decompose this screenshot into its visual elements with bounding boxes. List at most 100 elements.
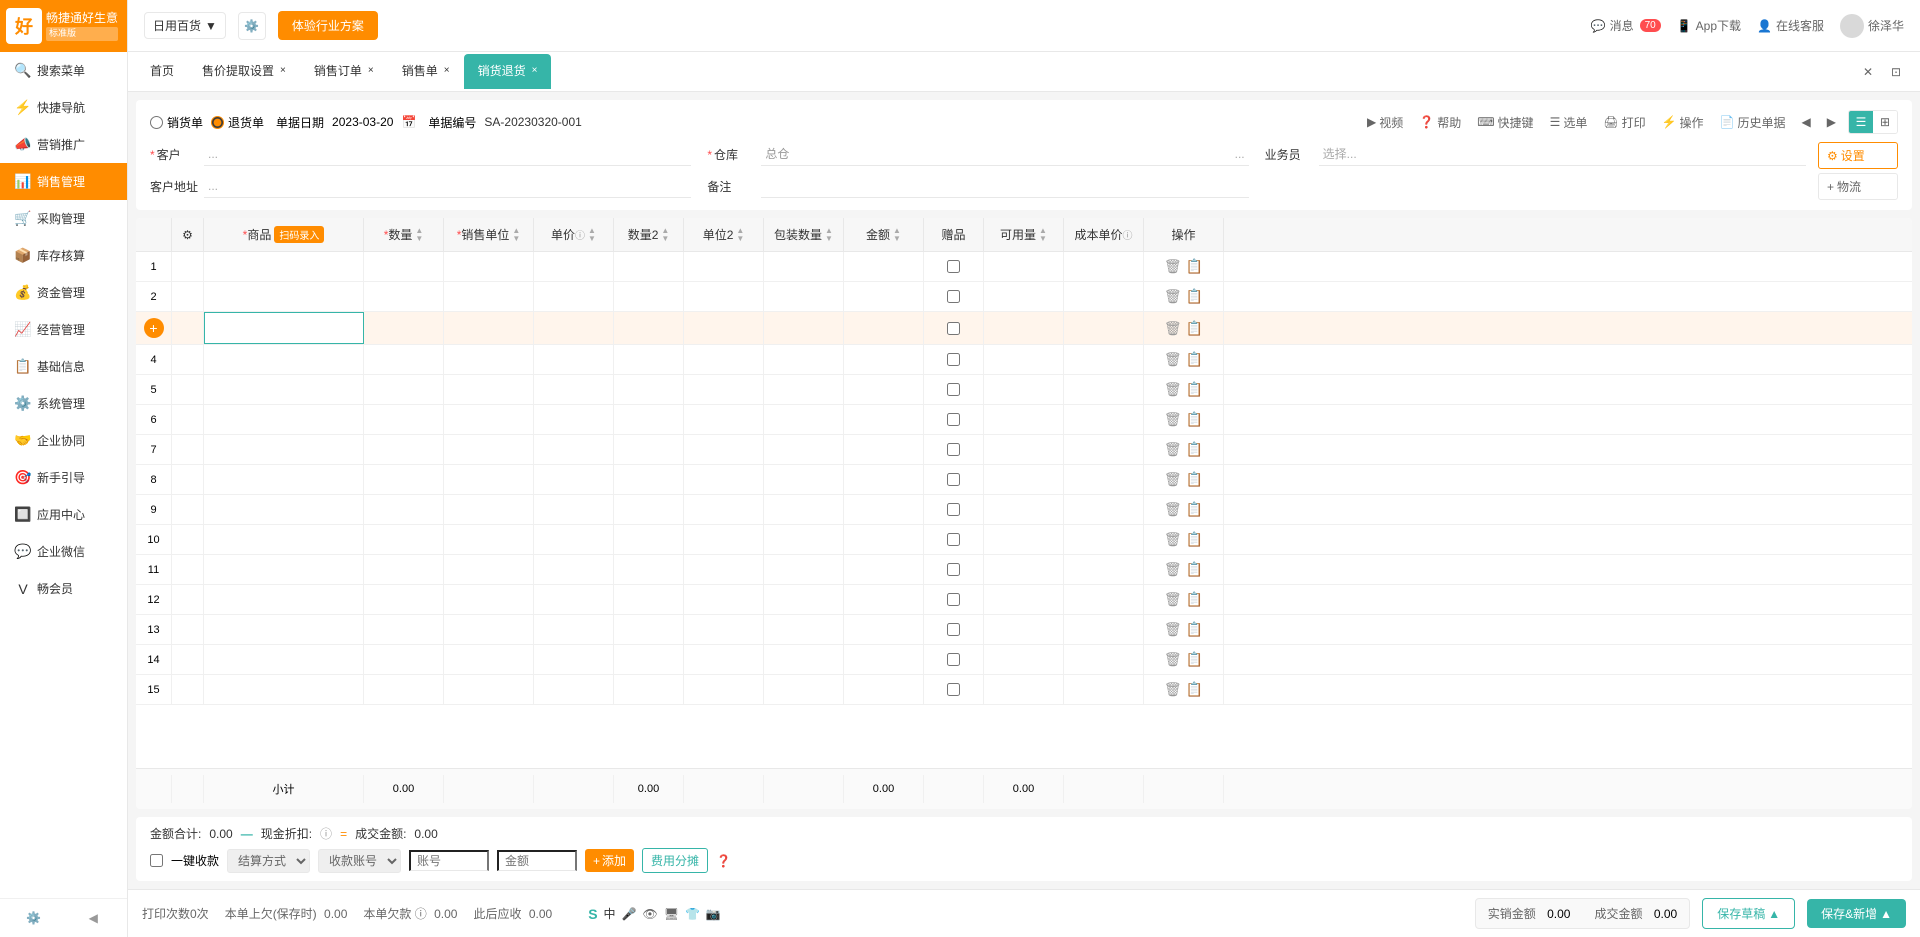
sidebar-item-search[interactable]: 🔍 搜索菜单 bbox=[0, 52, 127, 89]
close-tab-price-settings[interactable]: × bbox=[280, 65, 286, 76]
copy-row-button[interactable]: 📋 bbox=[1186, 411, 1203, 428]
delete-row-button[interactable]: 🗑 bbox=[1164, 320, 1182, 337]
sidebar-item-finance[interactable]: 💰 资金管理 bbox=[0, 274, 127, 311]
save-new-button[interactable]: 保存&新增 ▲ bbox=[1807, 899, 1906, 928]
delete-row-button[interactable]: 🗑 bbox=[1164, 501, 1182, 518]
close-window-button[interactable]: ✕ bbox=[1856, 60, 1880, 84]
radio-sale-input[interactable] bbox=[150, 116, 163, 129]
row-amount[interactable] bbox=[844, 252, 924, 281]
close-tab-return[interactable]: × bbox=[532, 65, 538, 76]
messages-button[interactable]: 💬 消息 70 bbox=[1591, 17, 1661, 34]
remark-input[interactable] bbox=[761, 174, 1248, 198]
scan-input-button[interactable]: 扫码录入 bbox=[274, 226, 324, 243]
daily-selector[interactable]: 日用百货 ▼ bbox=[144, 12, 226, 39]
row-price[interactable] bbox=[534, 252, 614, 281]
sidebar-item-newuser[interactable]: 🎯 新手引导 bbox=[0, 459, 127, 496]
row-sales-unit[interactable] bbox=[444, 312, 534, 344]
tab-sales[interactable]: 销售单 × bbox=[388, 54, 464, 89]
row-qty2[interactable] bbox=[614, 252, 684, 281]
copy-row-button[interactable]: 📋 bbox=[1186, 501, 1203, 518]
row-cost[interactable] bbox=[1064, 312, 1144, 344]
account-number-input[interactable] bbox=[409, 850, 489, 871]
row-product[interactable] bbox=[204, 312, 364, 344]
sidebar-item-system[interactable]: ⚙️ 系统管理 bbox=[0, 385, 127, 422]
sidebar-item-appcenter[interactable]: 🔲 应用中心 bbox=[0, 496, 127, 533]
row-qty[interactable] bbox=[364, 282, 444, 311]
settings-bottom-btn[interactable]: ⚙️ bbox=[8, 907, 60, 929]
row-avail[interactable] bbox=[984, 252, 1064, 281]
delete-row-button[interactable]: 🗑 bbox=[1164, 621, 1182, 638]
sidebar-item-weixin[interactable]: 💬 企业微信 bbox=[0, 533, 127, 570]
print-button[interactable]: 🖨 打印 bbox=[1599, 112, 1649, 133]
account-select[interactable]: 收款账号 bbox=[318, 849, 401, 873]
tab-sales-return[interactable]: 销货退货 × bbox=[464, 54, 552, 89]
video-button[interactable]: ▶ 视频 bbox=[1363, 112, 1407, 133]
radio-return-input[interactable] bbox=[211, 116, 224, 129]
copy-row-button[interactable]: 📋 bbox=[1186, 320, 1203, 337]
row-product[interactable] bbox=[204, 252, 364, 281]
staff-input[interactable]: 选择... bbox=[1319, 142, 1806, 166]
delete-row-button[interactable]: 🗑 bbox=[1164, 591, 1182, 608]
sidebar-item-inventory[interactable]: 📦 库存核算 bbox=[0, 237, 127, 274]
calendar-icon[interactable]: 📅 bbox=[401, 115, 416, 129]
unit2-sort-icon[interactable]: ▲▼ bbox=[736, 227, 744, 243]
save-draft-button[interactable]: 保存草稿 ▲ bbox=[1702, 898, 1795, 929]
copy-row-button[interactable]: 📋 bbox=[1186, 258, 1203, 275]
address-input[interactable]: ... bbox=[204, 174, 691, 198]
onepay-checkbox[interactable] bbox=[150, 854, 163, 867]
copy-row-button[interactable]: 📋 bbox=[1186, 381, 1203, 398]
row-gift[interactable] bbox=[924, 312, 984, 344]
sidebar-item-operations[interactable]: 📈 经营管理 bbox=[0, 311, 127, 348]
tab-home[interactable]: 首页 bbox=[136, 54, 188, 89]
close-tab-sales[interactable]: × bbox=[444, 65, 450, 76]
row-pack[interactable] bbox=[764, 312, 844, 344]
row-price[interactable] bbox=[534, 312, 614, 344]
row-amount[interactable] bbox=[844, 282, 924, 311]
product-input[interactable] bbox=[209, 322, 359, 334]
fee-split-button[interactable]: 费用分摊 bbox=[642, 848, 708, 873]
delete-row-button[interactable]: 🗑 bbox=[1164, 681, 1182, 698]
shortcut-button[interactable]: ⌨ 快捷键 bbox=[1473, 112, 1537, 133]
history-button[interactable]: 📄 历史单据 bbox=[1716, 112, 1790, 133]
pack-sort-icon[interactable]: ▲▼ bbox=[825, 227, 833, 243]
copy-row-button[interactable]: 📋 bbox=[1186, 561, 1203, 578]
row-qty[interactable] bbox=[364, 252, 444, 281]
radio-return[interactable]: 退货单 bbox=[211, 114, 264, 131]
row-unit2[interactable] bbox=[684, 312, 764, 344]
online-service-button[interactable]: 👤 在线客服 bbox=[1757, 17, 1824, 34]
sidebar-item-basics[interactable]: 📋 基础信息 bbox=[0, 348, 127, 385]
row-product[interactable] bbox=[204, 282, 364, 311]
select-button[interactable]: ☰ 选单 bbox=[1546, 112, 1592, 133]
grid-view-button[interactable]: ⊞ bbox=[1873, 111, 1897, 133]
copy-row-button[interactable]: 📋 bbox=[1186, 531, 1203, 548]
delete-row-button[interactable]: 🗑 bbox=[1164, 471, 1182, 488]
qty2-sort-icon[interactable]: ▲▼ bbox=[661, 227, 669, 243]
sidebar-item-member[interactable]: V 畅会员 bbox=[0, 570, 127, 607]
sidebar-item-collab[interactable]: 🤝 企业协同 bbox=[0, 422, 127, 459]
row-gift[interactable] bbox=[924, 282, 984, 311]
row-avail[interactable] bbox=[984, 282, 1064, 311]
delete-row-button[interactable]: 🗑 bbox=[1164, 651, 1182, 668]
trial-button[interactable]: 体验行业方案 bbox=[278, 11, 378, 40]
tab-sales-order[interactable]: 销售订单 × bbox=[300, 54, 388, 89]
add-row-button[interactable]: + bbox=[144, 318, 164, 338]
warehouse-input[interactable]: 总仓 ... bbox=[761, 142, 1248, 166]
amount-input[interactable] bbox=[497, 850, 577, 871]
collapse-btn[interactable]: ◀ bbox=[68, 907, 120, 929]
row-unit2[interactable] bbox=[684, 252, 764, 281]
delete-row-button[interactable]: 🗑 bbox=[1164, 561, 1182, 578]
row-sales-unit[interactable] bbox=[444, 282, 534, 311]
delete-row-button[interactable]: 🗑 bbox=[1164, 288, 1182, 305]
row-unit2[interactable] bbox=[684, 282, 764, 311]
delete-row-button[interactable]: 🗑 bbox=[1164, 381, 1182, 398]
copy-row-button[interactable]: 📋 bbox=[1186, 351, 1203, 368]
copy-row-button[interactable]: 📋 bbox=[1186, 591, 1203, 608]
amount-sort-icon[interactable]: ▲▼ bbox=[893, 227, 901, 243]
settings-col-icon[interactable]: ⚙ bbox=[182, 228, 193, 242]
qty-sort-icon[interactable]: ▲▼ bbox=[415, 227, 423, 243]
app-download-button[interactable]: 📱 App下载 bbox=[1677, 17, 1741, 34]
row-avail[interactable] bbox=[984, 312, 1064, 344]
copy-row-button[interactable]: 📋 bbox=[1186, 621, 1203, 638]
delete-row-button[interactable]: 🗑 bbox=[1164, 351, 1182, 368]
row-gift[interactable] bbox=[924, 252, 984, 281]
